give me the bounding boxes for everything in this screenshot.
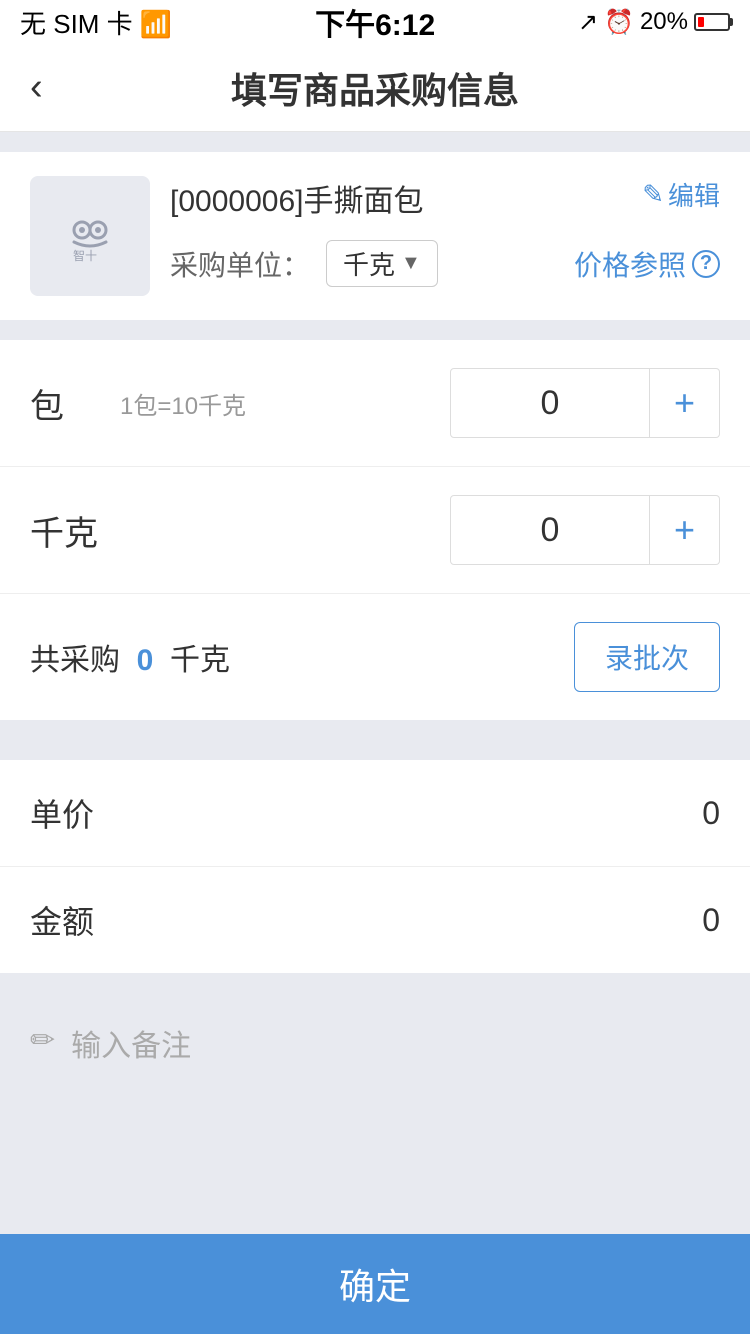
edit-label: 编辑	[668, 176, 720, 213]
summary-text: 共采购 0 千克	[30, 635, 230, 679]
summary-prefix: 共采购	[30, 644, 120, 677]
notes-section[interactable]: ✏ 输入备注	[0, 993, 750, 1234]
battery-percent: 20%	[640, 8, 688, 36]
product-card: 智十 [0000006]手撕面包 ✎ 编辑 采购单位： 千克 ▼ 价格参照 ?	[0, 152, 750, 320]
status-indicators: ↗ ⏰ 20%	[578, 8, 730, 37]
product-thumbnail: 智十	[30, 176, 150, 296]
quantity-label-kg: 千克	[30, 506, 110, 555]
unit-select[interactable]: 千克 ▼	[326, 240, 438, 287]
status-time: 下午6:12	[315, 0, 435, 44]
summary-count: 0	[137, 644, 154, 677]
quantity-section: 包 1包=10千克 + 千克 +	[0, 340, 750, 594]
svg-text:智十: 智十	[73, 248, 97, 263]
quantity-plus-bag[interactable]: +	[650, 368, 720, 438]
edit-button[interactable]: ✎ 编辑	[642, 176, 720, 213]
help-icon: ?	[692, 250, 720, 278]
product-header: [0000006]手撕面包 ✎ 编辑	[170, 176, 720, 220]
quantity-input-wrap-kg: +	[450, 495, 720, 565]
product-unit-row: 采购单位： 千克 ▼ 价格参照 ?	[170, 240, 720, 287]
price-section: 单价 0 金额 0	[0, 760, 750, 973]
section-divider-2	[0, 720, 750, 740]
alarm-icon: ⏰	[604, 8, 634, 37]
unit-value: 千克	[343, 245, 395, 282]
main-content: 智十 [0000006]手撕面包 ✎ 编辑 采购单位： 千克 ▼ 价格参照 ?	[0, 132, 750, 1234]
quantity-label-bag: 包	[30, 379, 110, 428]
back-button[interactable]: ‹	[30, 66, 80, 109]
quantity-input-bag[interactable]	[450, 368, 650, 438]
confirm-button[interactable]: 确定	[0, 1234, 750, 1334]
product-info: [0000006]手撕面包 ✎ 编辑 采购单位： 千克 ▼ 价格参照 ?	[170, 176, 720, 287]
dropdown-arrow-icon: ▼	[401, 252, 421, 275]
quantity-input-kg[interactable]	[450, 495, 650, 565]
price-reference-button[interactable]: 价格参照 ?	[574, 244, 720, 284]
price-ref-label: 价格参照	[574, 244, 686, 284]
pencil-icon: ✏	[30, 1023, 55, 1058]
unit-price-label: 单价	[30, 790, 94, 836]
quantity-input-wrap-bag: +	[450, 368, 720, 438]
section-divider	[0, 320, 750, 340]
nav-bar: ‹ 填写商品采购信息	[0, 44, 750, 132]
status-bar: 无 SIM 卡 📶 下午6:12 ↗ ⏰ 20%	[0, 0, 750, 44]
notes-placeholder: 输入备注	[71, 1021, 191, 1065]
amount-value: 0	[702, 902, 720, 939]
unit-label-text: 采购单位：	[170, 244, 310, 284]
record-batch-button[interactable]: 录批次	[574, 622, 720, 692]
product-name: [0000006]手撕面包	[170, 176, 622, 220]
summary-row: 共采购 0 千克 录批次	[0, 594, 750, 720]
edit-icon: ✎	[642, 179, 664, 210]
price-row-amount: 金额 0	[0, 867, 750, 973]
unit-price-value: 0	[702, 795, 720, 832]
quantity-row-kg: 千克 +	[0, 467, 750, 594]
amount-label: 金额	[30, 897, 94, 943]
location-icon: ↗	[578, 8, 598, 37]
page-title: 填写商品采购信息	[231, 62, 519, 114]
quantity-plus-kg[interactable]: +	[650, 495, 720, 565]
quantity-row-bag: 包 1包=10千克 +	[0, 340, 750, 467]
summary-unit: 千克	[170, 644, 230, 677]
price-row-unit: 单价 0	[0, 760, 750, 867]
status-signal: 无 SIM 卡 📶	[20, 4, 172, 41]
battery-icon	[694, 13, 730, 31]
quantity-sublabel-bag: 1包=10千克	[120, 386, 246, 421]
